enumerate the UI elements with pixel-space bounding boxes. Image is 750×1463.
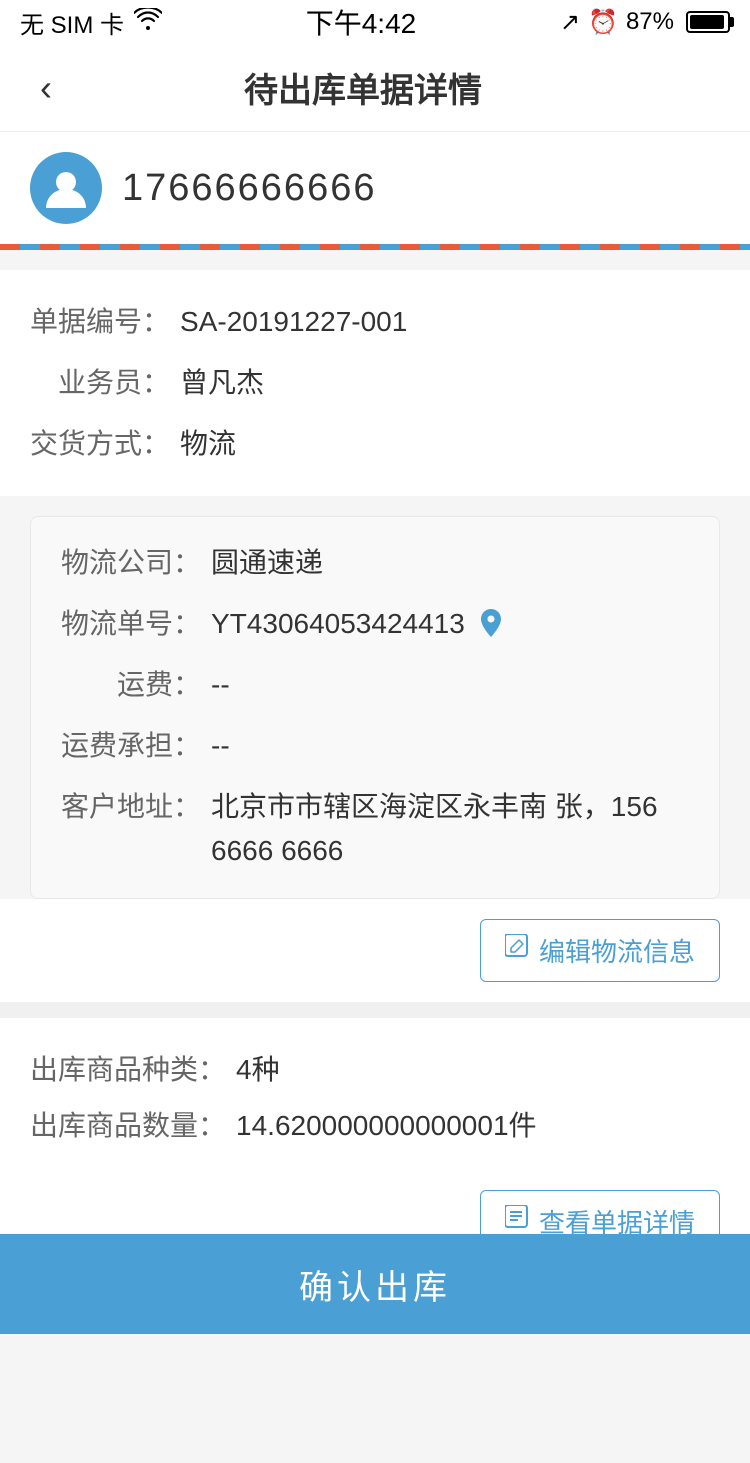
- logistics-tracking-row: 物流单号： YT43064053424413: [61, 602, 689, 647]
- delivery-method-value: 物流: [180, 422, 720, 467]
- status-time: 下午4:42: [306, 2, 417, 42]
- goods-types-label: 出库商品种类：: [30, 1048, 226, 1088]
- freight-bearer-value: --: [211, 724, 689, 769]
- battery-icon: [686, 11, 730, 33]
- battery-label: 87%: [626, 8, 674, 36]
- logistics-tracking-label: 物流单号：: [61, 602, 201, 647]
- logistics-company-label: 物流公司：: [61, 541, 201, 586]
- sales-person-value: 曾凡杰: [180, 361, 720, 406]
- confirm-bar[interactable]: 确认出库: [0, 1234, 750, 1334]
- user-avatar: [30, 152, 102, 224]
- alarm-icon: ⏰: [588, 8, 618, 37]
- freight-value: --: [211, 663, 689, 708]
- logistics-tracking-value: YT43064053424413: [211, 602, 689, 647]
- delivery-method-label: 交货方式：: [30, 422, 170, 467]
- doc-number-label: 单据编号：: [30, 300, 170, 345]
- goods-types-value: 4种: [236, 1048, 280, 1088]
- logistics-company-row: 物流公司： 圆通速递: [61, 541, 689, 586]
- location-status-icon: ↗: [560, 8, 580, 37]
- freight-bearer-label: 运费承担：: [61, 724, 201, 769]
- edit-btn-container: 编辑物流信息: [0, 899, 750, 1002]
- status-right: ↗ ⏰ 87%: [560, 8, 730, 37]
- status-left: 无 SIM 卡: [20, 5, 162, 40]
- freight-row: 运费： --: [61, 663, 689, 708]
- logistics-card: 物流公司： 圆通速递 物流单号： YT43064053424413 运费： --…: [30, 516, 720, 899]
- carrier-label: 无 SIM 卡: [20, 5, 124, 40]
- basic-info-section: 单据编号： SA-20191227-001 业务员： 曾凡杰 交货方式： 物流: [0, 270, 750, 496]
- avatar-icon: [42, 164, 90, 212]
- address-row: 客户地址： 北京市市辖区海淀区永丰南 张，156 6666 6666: [61, 785, 689, 875]
- map-pin-icon[interactable]: [477, 609, 505, 641]
- goods-types-row: 出库商品种类： 4种: [30, 1048, 720, 1088]
- status-bar: 无 SIM 卡 下午4:42 ↗ ⏰ 87%: [0, 0, 750, 44]
- section-divider: [0, 1002, 750, 1018]
- nav-title: 待出库单据详情: [62, 63, 664, 112]
- address-value: 北京市市辖区海淀区永丰南 张，156 6666 6666: [211, 785, 689, 875]
- wifi-icon: [134, 8, 162, 37]
- address-label: 客户地址：: [61, 785, 201, 830]
- freight-label: 运费：: [61, 663, 201, 708]
- user-header: 17666666666: [0, 132, 750, 244]
- nav-bar: ‹ 待出库单据详情: [0, 44, 750, 132]
- doc-number-row: 单据编号： SA-20191227-001: [30, 300, 720, 345]
- goods-quantity-label: 出库商品数量：: [30, 1104, 226, 1144]
- goods-quantity-row: 出库商品数量： 14.620000000000001件: [30, 1104, 720, 1144]
- doc-number-value: SA-20191227-001: [180, 300, 720, 345]
- sales-person-row: 业务员： 曾凡杰: [30, 361, 720, 406]
- sales-person-label: 业务员：: [30, 361, 170, 406]
- user-phone: 17666666666: [122, 167, 376, 210]
- freight-bearer-row: 运费承担： --: [61, 724, 689, 769]
- confirm-button-label: 确认出库: [299, 1260, 451, 1309]
- edit-logistics-label: 编辑物流信息: [539, 932, 695, 969]
- goods-quantity-value: 14.620000000000001件: [236, 1104, 537, 1144]
- edit-logistics-button[interactable]: 编辑物流信息: [480, 919, 720, 982]
- edit-icon: [505, 934, 531, 967]
- logistics-company-value: 圆通速递: [211, 541, 689, 586]
- dashed-divider: [0, 244, 750, 250]
- back-button[interactable]: ‹: [30, 57, 62, 119]
- goods-section: 出库商品种类： 4种 出库商品数量： 14.620000000000001件: [0, 1018, 750, 1180]
- delivery-method-row: 交货方式： 物流: [30, 422, 720, 467]
